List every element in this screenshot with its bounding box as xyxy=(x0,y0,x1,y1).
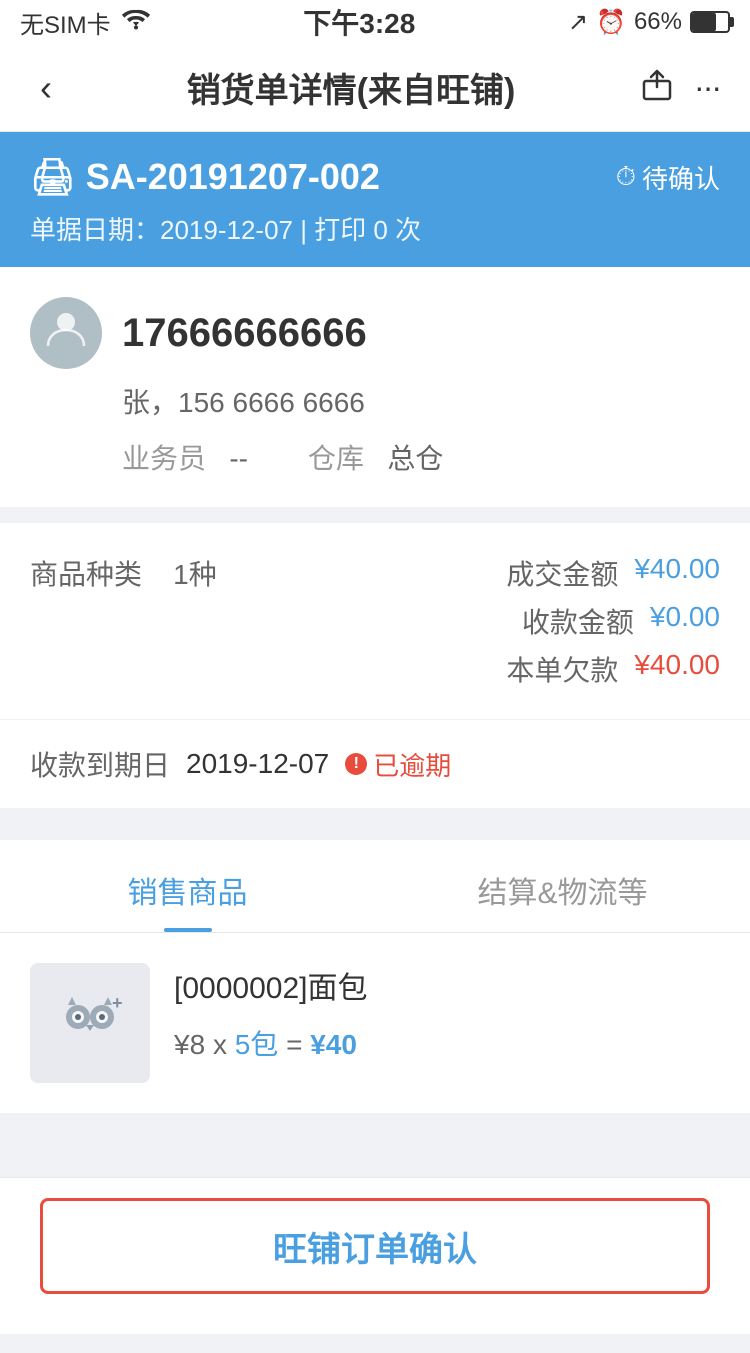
salesperson-value: -- xyxy=(229,443,248,474)
avatar-icon xyxy=(44,306,88,360)
due-section: 收款到期日 2019-12-07 ! 已逾期 xyxy=(0,720,750,808)
more-button[interactable]: ··· xyxy=(694,69,720,106)
salesperson-label: 业务员 xyxy=(122,443,206,474)
product-placeholder-icon: + xyxy=(50,989,130,1058)
page-title: 销货单详情(来自旺铺) xyxy=(187,63,516,112)
product-image: + xyxy=(30,963,150,1083)
product-item: + [0000002]面包 ¥8 x 5包 = ¥40 xyxy=(30,963,720,1083)
alarm-icon: ⏰ xyxy=(596,8,626,37)
owed-amount-value: ¥40.00 xyxy=(634,649,720,689)
warehouse-label: 仓库 xyxy=(308,443,364,474)
customer-name: 张，156 6666 6666 xyxy=(30,381,720,421)
overdue-text: 已逾期 xyxy=(373,746,451,783)
owed-amount-label: 本单欠款 xyxy=(506,649,618,689)
overdue-icon: ! xyxy=(345,753,367,775)
divider-1 xyxy=(0,507,750,523)
product-section: + [0000002]面包 ¥8 x 5包 = ¥40 xyxy=(0,933,750,1113)
tab-sales-products[interactable]: 销售商品 xyxy=(0,840,375,932)
received-amount-value: ¥0.00 xyxy=(650,601,720,641)
avatar xyxy=(30,297,102,369)
order-id: 🖨 SA-20191207-002 xyxy=(30,156,380,198)
product-info: [0000002]面包 ¥8 x 5包 = ¥40 xyxy=(174,963,720,1063)
product-types-label: 商品种类 xyxy=(30,559,142,590)
product-price: ¥8 xyxy=(174,1029,205,1060)
tabs-row: 销售商品 结算&物流等 xyxy=(0,840,750,933)
divider-2 xyxy=(0,808,750,824)
status-bar: 无SIM卡 下午3:28 ↗ ⏰ 66% xyxy=(0,0,750,44)
deal-amount-label: 成交金额 xyxy=(506,553,618,593)
tab-settlement[interactable]: 结算&物流等 xyxy=(375,840,750,932)
product-types-row: 商品种类 1种 xyxy=(30,553,217,593)
due-date-value: 2019-12-07 xyxy=(186,748,329,780)
order-date: 单据日期：2019-12-07 | 打印 0 次 xyxy=(30,210,720,247)
nav-bar: ‹ 销货单详情(来自旺铺) ··· xyxy=(0,44,750,132)
status-time: 下午3:28 xyxy=(303,2,415,42)
product-price-row: ¥8 x 5包 = ¥40 xyxy=(174,1023,720,1063)
product-qty: 5包 xyxy=(235,1029,279,1060)
received-amount-label: 收款金额 xyxy=(522,601,634,641)
tabs-section: 销售商品 结算&物流等 + xyxy=(0,840,750,1113)
multiply-sign: x xyxy=(213,1029,235,1060)
customer-phone: 17666666666 xyxy=(122,311,367,356)
status-left: 无SIM卡 xyxy=(20,5,151,40)
back-button[interactable]: ‹ xyxy=(30,57,62,119)
order-icon: 🖨 xyxy=(30,156,86,197)
summary-section: 商品种类 1种 成交金额 ¥40.00 收款金额 ¥0.00 本单欠款 ¥40.… xyxy=(0,523,750,719)
due-label: 收款到期日 xyxy=(30,744,170,784)
svg-text:+: + xyxy=(112,993,123,1013)
battery-percent: 66% xyxy=(634,8,682,36)
order-header: 🖨 SA-20191207-002 ⏱ 待确认 单据日期：2019-12-07 … xyxy=(0,132,750,267)
product-types-value: 1种 xyxy=(173,559,217,590)
amount-summary: 成交金额 ¥40.00 收款金额 ¥0.00 本单欠款 ¥40.00 xyxy=(506,553,720,689)
product-total: ¥40 xyxy=(310,1029,357,1060)
carrier-text: 无SIM卡 xyxy=(20,5,111,40)
clock-icon: ⏱ xyxy=(616,161,636,193)
location-icon: ↗ xyxy=(568,8,588,37)
customer-meta: 业务员 -- 仓库 总仓 xyxy=(30,437,720,477)
share-button[interactable] xyxy=(640,67,674,109)
bottom-bar: 旺铺订单确认 xyxy=(0,1177,750,1334)
customer-section: 17666666666 张，156 6666 6666 业务员 -- 仓库 总仓 xyxy=(0,267,750,507)
equals-sign: = xyxy=(286,1029,310,1060)
deal-amount-value: ¥40.00 xyxy=(634,553,720,593)
status-right: ↗ ⏰ 66% xyxy=(568,8,730,37)
product-name: [0000002]面包 xyxy=(174,963,720,1007)
nav-actions: ··· xyxy=(640,67,720,109)
confirm-order-button[interactable]: 旺铺订单确认 xyxy=(40,1198,710,1294)
overdue-badge: ! 已逾期 xyxy=(345,746,451,783)
order-status: ⏱ 待确认 xyxy=(616,159,720,196)
wifi-icon xyxy=(121,8,151,37)
warehouse-value: 总仓 xyxy=(387,443,443,474)
battery-icon xyxy=(690,11,730,33)
